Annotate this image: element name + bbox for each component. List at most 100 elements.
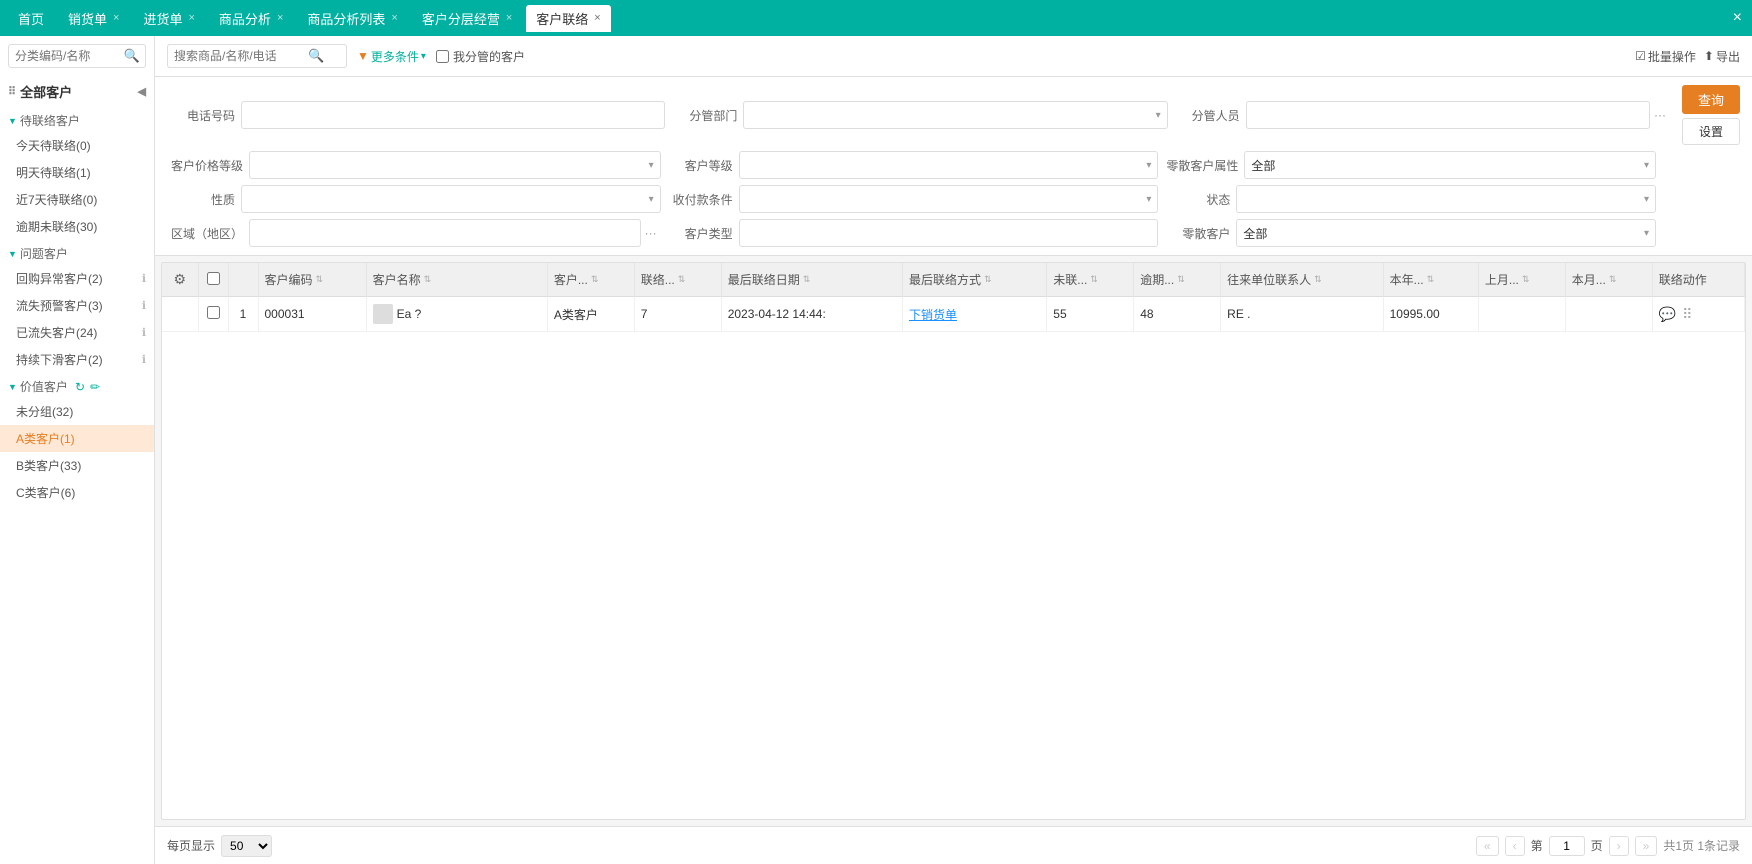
my-customers-checkbox[interactable] [436, 50, 449, 63]
sidebar-item-churned[interactable]: 已流失客户(24) ℹ [0, 319, 154, 346]
person-dots[interactable]: ··· [1650, 108, 1670, 122]
action-btns: 查询 设置 [1674, 85, 1740, 145]
retail-customer-select[interactable]: 全部 ▾ [1236, 219, 1656, 247]
pagination-right: « ‹ 第 页 › » 共1页 1条记录 [1476, 836, 1740, 856]
export-btn[interactable]: ⬆ 导出 [1704, 48, 1740, 65]
nature-select[interactable]: ▾ [241, 185, 661, 213]
region-input[interactable] [249, 219, 641, 247]
th-name: 客户名称 ⇅ [366, 263, 547, 297]
sort-contact-icon[interactable]: ⇅ [678, 274, 686, 285]
nav-product-analysis[interactable]: 商品分析 × [209, 5, 293, 32]
sidebar-item-a-class[interactable]: A类客户(1) [0, 425, 154, 452]
page-input[interactable] [1549, 836, 1585, 856]
sidebar-all-customers[interactable]: ⠿ 全部客户 ◀ [0, 76, 154, 107]
sidebar-item-c-class[interactable]: C类客户(6) [0, 479, 154, 506]
sidebar-item-declining[interactable]: 持续下滑客户(2) ℹ [0, 346, 154, 373]
main-layout: 🔍 ⠿ 全部客户 ◀ ▼ 待联络客户 今天待联络(0) 明天待联络(1) 近7天… [0, 36, 1752, 864]
select-all-checkbox[interactable] [207, 272, 220, 285]
section-triangle-pending: ▼ [8, 116, 17, 126]
sidebar-search-area: 🔍 [0, 36, 154, 76]
nav-sales[interactable]: 销货单 × [58, 5, 129, 32]
sidebar-item-churn-warning[interactable]: 流失预警客户(3) ℹ [0, 292, 154, 319]
more-conditions-btn[interactable]: ▼ 更多条件 ▾ [357, 48, 426, 65]
person-input[interactable] [1246, 101, 1650, 129]
td-last-month [1478, 297, 1565, 332]
customer-level-label: 客户等级 [669, 157, 739, 174]
close-customer-segment-tab[interactable]: × [506, 12, 512, 24]
payment-chevron: ▾ [1146, 194, 1151, 205]
last-page-btn[interactable]: » [1635, 836, 1658, 856]
chat-icon[interactable]: 💬 [1659, 306, 1676, 323]
td-last-contact-way: 下销货单 [902, 297, 1046, 332]
page-size-select[interactable]: 20 50 100 [221, 835, 272, 857]
refresh-icon[interactable]: ↻ [75, 380, 85, 394]
table-wrapper: ⚙ 客户编码 ⇅ [161, 262, 1746, 820]
nav-home[interactable]: 首页 [8, 5, 54, 32]
retail-attr-select[interactable]: 全部 ▾ [1244, 151, 1656, 179]
phone-label: 电话号码 [171, 107, 241, 124]
sort-code-icon[interactable]: ⇅ [316, 274, 324, 285]
info-icon-repurchase: ℹ [142, 272, 146, 285]
nav-customer-contact[interactable]: 客户联络 × [526, 5, 610, 32]
th-checkbox [198, 263, 228, 297]
sort-last-month-icon[interactable]: ⇅ [1522, 274, 1530, 285]
retail-customer-chevron: ▾ [1644, 228, 1649, 239]
sidebar-item-unclassified[interactable]: 未分组(32) [0, 398, 154, 425]
close-product-analysis-list-tab[interactable]: × [391, 12, 397, 24]
sidebar-item-7days[interactable]: 近7天待联络(0) [0, 186, 154, 213]
first-page-btn[interactable]: « [1476, 836, 1499, 856]
filter-cell-retail-attr: 零散客户属性 全部 ▾ [1162, 151, 1660, 179]
filter-cell-phone: 电话号码 [167, 101, 669, 129]
close-product-analysis-tab[interactable]: × [277, 12, 283, 24]
filter-cell-dept: 分管部门 ▾ [669, 101, 1171, 129]
retail-attr-chevron: ▾ [1644, 160, 1649, 171]
sidebar-item-today[interactable]: 今天待联络(0) [0, 132, 154, 159]
row-checkbox[interactable] [207, 306, 220, 319]
payment-select[interactable]: ▾ [739, 185, 1159, 213]
close-purchase-tab[interactable]: × [188, 12, 194, 24]
sidebar-item-tomorrow[interactable]: 明天待联络(1) [0, 159, 154, 186]
sort-this-year-icon[interactable]: ⇅ [1427, 274, 1435, 285]
qr-icon[interactable]: ⠿ [1682, 306, 1692, 323]
sort-unit-contact-icon[interactable]: ⇅ [1314, 274, 1322, 285]
sort-overdue-icon[interactable]: ⇅ [1177, 274, 1185, 285]
sort-this-month-icon[interactable]: ⇅ [1609, 274, 1617, 285]
table-header-row: ⚙ 客户编码 ⇅ [162, 263, 1745, 297]
next-page-btn[interactable]: › [1609, 836, 1629, 856]
region-dots[interactable]: ··· [641, 226, 661, 240]
filter-search-input[interactable] [174, 49, 304, 63]
sort-no-contact-icon[interactable]: ⇅ [1090, 274, 1098, 285]
sort-type-icon[interactable]: ⇅ [591, 274, 599, 285]
dept-select[interactable]: ▾ [743, 101, 1167, 129]
filter-cell-customer-type: 客户类型 [665, 219, 1163, 247]
sort-date-icon[interactable]: ⇅ [803, 274, 811, 285]
sidebar-item-repurchase-abnormal[interactable]: 回购异常客户(2) ℹ [0, 265, 154, 292]
close-customer-contact-tab[interactable]: × [594, 12, 600, 24]
info-icon-churn-warning: ℹ [142, 299, 146, 312]
batch-ops-btn[interactable]: ☑ 批量操作 [1635, 48, 1696, 65]
edit-icon[interactable]: ✏ [90, 380, 100, 394]
last-contact-way-link[interactable]: 下销货单 [909, 308, 957, 322]
price-level-select[interactable]: ▾ [249, 151, 661, 179]
settings-btn[interactable]: 设置 [1682, 118, 1740, 145]
close-sales-tab[interactable]: × [113, 12, 119, 24]
query-btn[interactable]: 查询 [1682, 85, 1740, 114]
sidebar-item-b-class[interactable]: B类客户(33) [0, 452, 154, 479]
nav-product-analysis-list[interactable]: 商品分析列表 × [297, 5, 407, 32]
customer-type-input[interactable] [739, 219, 1159, 247]
customer-level-select[interactable]: ▾ [739, 151, 1159, 179]
sidebar-section-pending: ▼ 待联络客户 [0, 107, 154, 132]
sort-way-icon[interactable]: ⇅ [984, 274, 992, 285]
th-settings: ⚙ [162, 263, 198, 297]
filter-cell-person: 分管人员 ··· [1172, 101, 1674, 129]
sidebar-item-overdue[interactable]: 逾期未联络(30) [0, 213, 154, 240]
nav-customer-segment[interactable]: 客户分层经营 × [412, 5, 522, 32]
nav-purchase[interactable]: 进货单 × [133, 5, 204, 32]
sort-name-icon[interactable]: ⇅ [424, 274, 432, 285]
table-settings-icon[interactable]: ⚙ [173, 271, 186, 287]
phone-input[interactable] [241, 101, 665, 129]
status-select[interactable]: ▾ [1236, 185, 1656, 213]
close-window-btn[interactable]: × [1733, 9, 1742, 27]
prev-page-btn[interactable]: ‹ [1505, 836, 1525, 856]
collapse-sidebar-btn[interactable]: ◀ [138, 85, 146, 98]
